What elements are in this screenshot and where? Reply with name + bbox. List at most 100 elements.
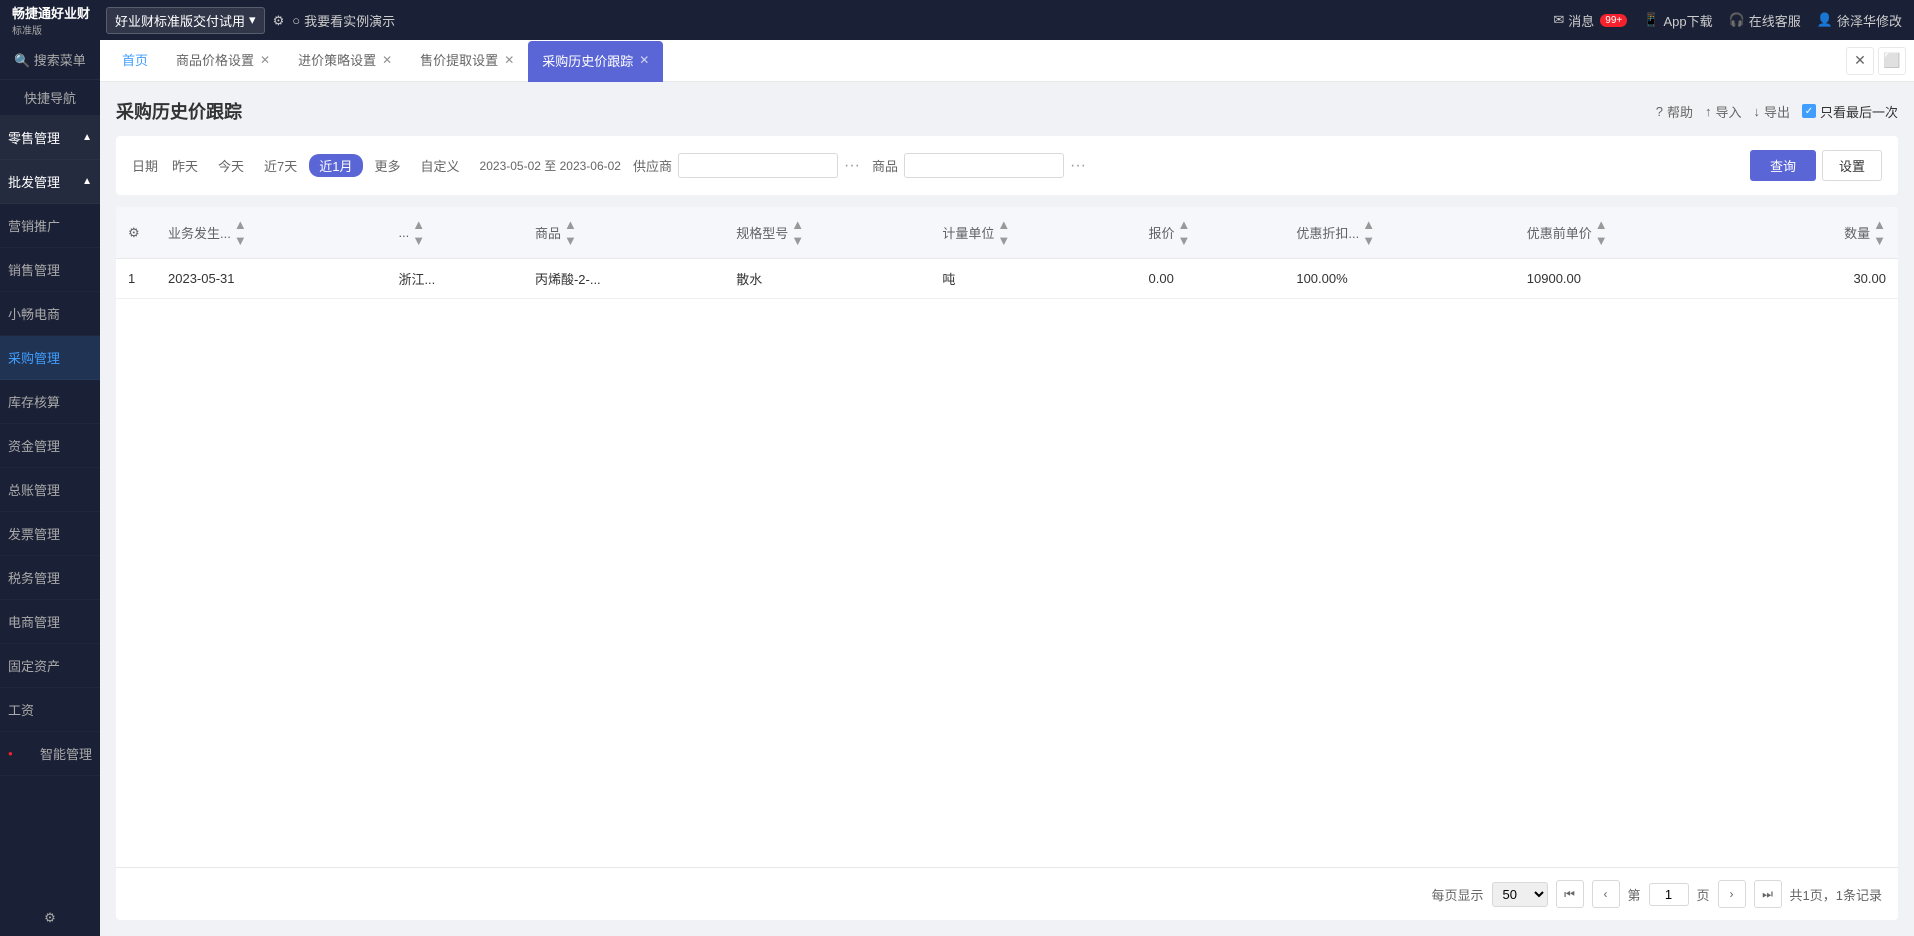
- phone-icon: 📱: [1643, 12, 1659, 28]
- topbar-settings-button[interactable]: ⚙: [273, 12, 285, 29]
- date-tab-more[interactable]: 更多: [367, 154, 409, 177]
- sidebar-quick-nav[interactable]: 快捷导航: [0, 80, 100, 116]
- tab-purchase-history[interactable]: 采购历史价跟踪 ✕: [528, 41, 663, 82]
- goods-input[interactable]: [904, 153, 1064, 178]
- th-biz-date[interactable]: 业务发生... ▲▼: [156, 207, 386, 259]
- topbar: 畅捷通好业财 标准版 好业财标准版交付试用 ▾ ⚙ ○ 我要看实例演示 ✉ 消息…: [0, 0, 1914, 40]
- cell-quote: 0.00: [1137, 259, 1285, 299]
- tab-close-icon[interactable]: ✕: [504, 53, 514, 67]
- app-download-button[interactable]: 📱 App下载: [1643, 11, 1712, 30]
- online-service-button[interactable]: 🎧 在线客服: [1729, 11, 1801, 30]
- tab-close-button[interactable]: ✕: [1846, 47, 1874, 75]
- demo-button[interactable]: ○ 我要看实例演示: [292, 11, 395, 30]
- table-settings-icon[interactable]: ⚙: [128, 225, 140, 240]
- settings-button[interactable]: 设置: [1822, 150, 1882, 181]
- export-icon: ↓: [1753, 104, 1760, 119]
- th-discount[interactable]: 优惠折扣... ▲▼: [1284, 207, 1514, 259]
- sidebar-item-purchase[interactable]: 采购管理: [0, 336, 100, 380]
- tab-close-icon[interactable]: ✕: [382, 53, 392, 67]
- sidebar-item-intelligence[interactable]: 智能管理: [0, 732, 100, 776]
- sidebar-item-tax[interactable]: 税务管理: [0, 556, 100, 600]
- user-icon: 👤: [1817, 12, 1833, 28]
- th-settings[interactable]: ⚙: [116, 207, 156, 259]
- version-selector[interactable]: 好业财标准版交付试用 ▾: [106, 7, 265, 34]
- sidebar-item-inventory[interactable]: 库存核算: [0, 380, 100, 424]
- table-body: 1 2023-05-31 浙江... 丙烯酸-2-... 散水 吨 0.00 1…: [116, 259, 1898, 299]
- th-pre-discount-price[interactable]: 优惠前单价 ▲▼: [1515, 207, 1750, 259]
- cell-more: 浙江...: [386, 259, 523, 299]
- checkbox-icon: ✓: [1802, 104, 1816, 118]
- sidebar-settings-button[interactable]: ⚙: [0, 900, 100, 936]
- page-actions: ? 帮助 ↑ 导入 ↓ 导出 ✓ 只看最后一次: [1656, 102, 1898, 121]
- tab-purchase-strategy[interactable]: 进价策略设置 ✕: [284, 40, 406, 81]
- sidebar-item-ecommerce-small[interactable]: 小畅电商: [0, 292, 100, 336]
- content-area: 首页 商品价格设置 ✕ 进价策略设置 ✕ 售价提取设置 ✕ 采购历史价跟踪 ✕ …: [100, 40, 1914, 936]
- page-input[interactable]: 1: [1649, 883, 1689, 906]
- sidebar-item-payroll[interactable]: 工资: [0, 688, 100, 732]
- sidebar-item-sales[interactable]: 销售管理: [0, 248, 100, 292]
- import-button[interactable]: ↑ 导入: [1705, 102, 1742, 121]
- user-menu[interactable]: 👤 徐泽华修改: [1817, 11, 1902, 30]
- cell-spec: 散水: [724, 259, 930, 299]
- sort-icon: ▲▼: [791, 217, 804, 248]
- page-title: 采购历史价跟踪: [116, 98, 242, 124]
- cell-biz-date: 2023-05-31: [156, 259, 386, 299]
- import-icon: ↑: [1705, 104, 1712, 119]
- tab-close-icon[interactable]: ✕: [260, 53, 270, 67]
- tab-maximize-button[interactable]: ⬜: [1878, 47, 1906, 75]
- date-filter: 日期 昨天 今天 近7天 近1月 更多 自定义: [132, 154, 468, 177]
- message-button[interactable]: ✉ 消息 99+: [1553, 11, 1627, 30]
- sidebar-item-finance[interactable]: 资金管理: [0, 424, 100, 468]
- date-range-text: 2023-05-02 至 2023-06-02: [480, 157, 621, 174]
- th-spec[interactable]: 规格型号 ▲▼: [724, 207, 930, 259]
- tab-home[interactable]: 首页: [108, 40, 162, 81]
- help-button[interactable]: ? 帮助: [1656, 102, 1693, 121]
- sidebar-item-marketing[interactable]: 营销推广: [0, 204, 100, 248]
- th-quantity[interactable]: 数量 ▲▼: [1750, 207, 1898, 259]
- play-icon: ○: [292, 13, 300, 28]
- tab-price-settings[interactable]: 商品价格设置 ✕: [162, 40, 284, 81]
- table-container: ⚙ 业务发生... ▲▼ ..: [116, 207, 1898, 920]
- sidebar-item-fixed-assets[interactable]: 固定资产: [0, 644, 100, 688]
- sort-icon: ▲▼: [234, 217, 247, 248]
- sidebar-search[interactable]: 🔍 搜索菜单: [0, 40, 100, 80]
- page-header: 采购历史价跟踪 ? 帮助 ↑ 导入 ↓ 导出 ✓: [116, 98, 1898, 124]
- tab-sale-extract[interactable]: 售价提取设置 ✕: [406, 40, 528, 81]
- supplier-input[interactable]: [678, 153, 838, 178]
- th-unit[interactable]: 计量单位 ▲▼: [930, 207, 1136, 259]
- page-last-button[interactable]: ⏭: [1754, 880, 1782, 908]
- goods-more-button[interactable]: ···: [1070, 157, 1086, 175]
- date-tab-last7[interactable]: 近7天: [256, 154, 305, 177]
- per-page-select[interactable]: 50 20 100 200: [1492, 882, 1548, 907]
- query-button[interactable]: 查询: [1750, 150, 1816, 181]
- logo-sub: 标准版: [12, 22, 42, 37]
- sidebar-item-ecommerce[interactable]: 电商管理: [0, 600, 100, 644]
- chevron-icon: ▲: [82, 132, 92, 143]
- cell-discount: 100.00%: [1284, 259, 1514, 299]
- date-tab-today[interactable]: 今天: [210, 154, 252, 177]
- date-tab-custom[interactable]: 自定义: [413, 154, 468, 177]
- th-quote[interactable]: 报价 ▲▼: [1137, 207, 1285, 259]
- only-last-checkbox-label[interactable]: ✓ 只看最后一次: [1802, 102, 1898, 121]
- sidebar-item-invoice[interactable]: 发票管理: [0, 512, 100, 556]
- date-tabs: 昨天 今天 近7天 近1月 更多 自定义: [164, 154, 468, 177]
- th-more[interactable]: ... ▲▼: [386, 207, 523, 259]
- export-button[interactable]: ↓ 导出: [1753, 102, 1790, 121]
- sidebar-item-wholesale[interactable]: 批发管理 ▲: [0, 160, 100, 204]
- supplier-filter: 供应商 ···: [633, 153, 860, 178]
- date-tab-last1month[interactable]: 近1月: [309, 154, 362, 177]
- sidebar-item-retail[interactable]: 零售管理 ▲: [0, 116, 100, 160]
- page-next-button[interactable]: ›: [1718, 880, 1746, 908]
- page-prefix-label: 第: [1628, 885, 1641, 904]
- sidebar-item-accounting[interactable]: 总账管理: [0, 468, 100, 512]
- tab-close-icon[interactable]: ✕: [639, 53, 649, 67]
- supplier-more-button[interactable]: ···: [844, 157, 860, 175]
- page-first-button[interactable]: ⏮: [1556, 880, 1584, 908]
- cell-quantity: 30.00: [1750, 259, 1898, 299]
- sort-icon: ▲▼: [997, 217, 1010, 248]
- logo-area: 畅捷通好业财 标准版: [12, 3, 90, 37]
- goods-filter: 商品 ···: [872, 153, 1086, 178]
- date-tab-yesterday[interactable]: 昨天: [164, 154, 206, 177]
- page-prev-button[interactable]: ‹: [1592, 880, 1620, 908]
- th-goods[interactable]: 商品 ▲▼: [523, 207, 724, 259]
